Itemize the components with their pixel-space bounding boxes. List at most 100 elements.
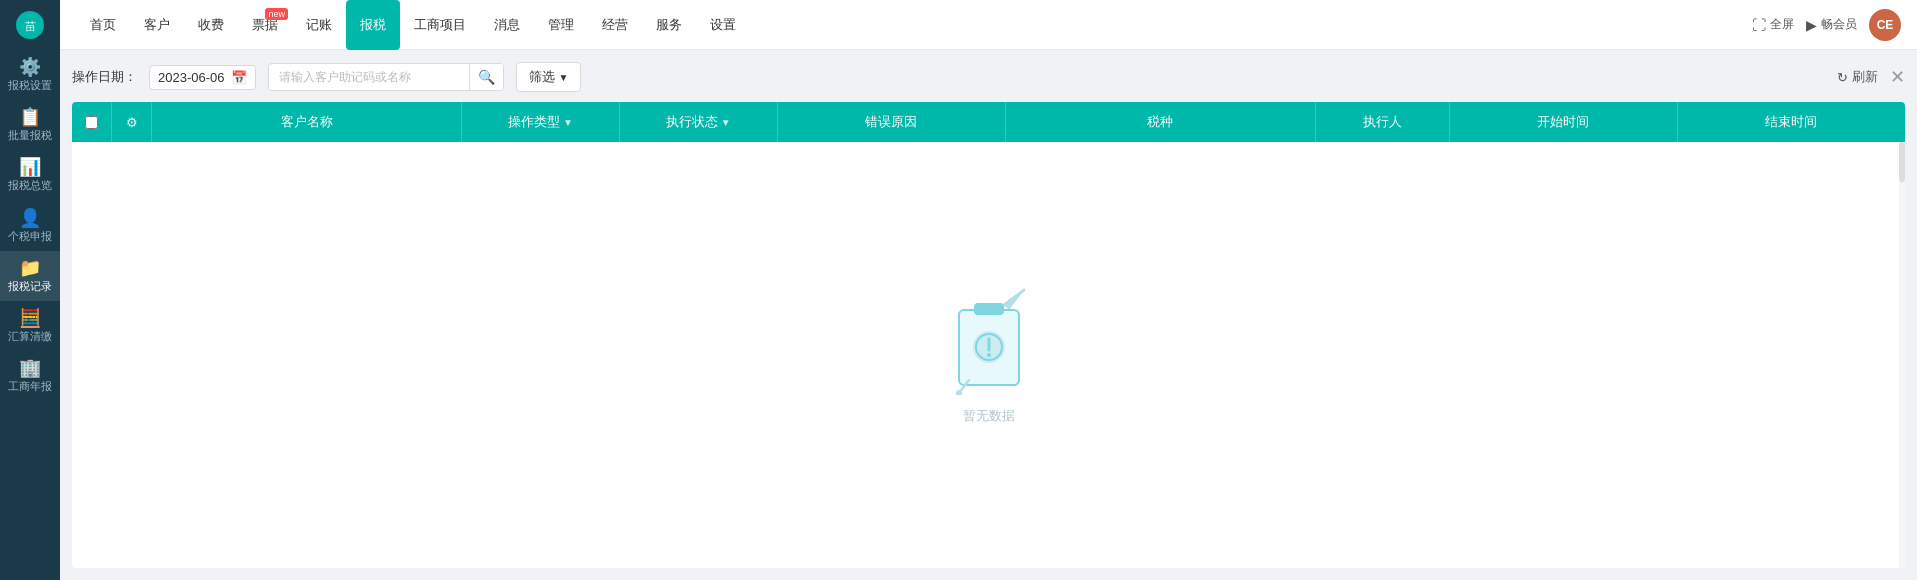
th-optype-label: 操作类型 xyxy=(508,113,560,131)
th-gear[interactable]: ⚙ xyxy=(112,102,152,142)
scrollbar-thumb[interactable] xyxy=(1899,142,1905,182)
sidebar-item-label: 汇算清缴 xyxy=(8,330,52,343)
select-all-checkbox[interactable] xyxy=(85,116,98,129)
member-label: 畅会员 xyxy=(1821,16,1857,33)
building-icon: 🏢 xyxy=(19,359,41,377)
main-wrapper: 首页 客户 收费 票据 new 记账 报税 工商项目 消息 管理 经营 xyxy=(60,0,1917,580)
th-client: 客户名称 xyxy=(152,102,462,142)
svg-text:苗: 苗 xyxy=(25,20,36,32)
th-executor: 执行人 xyxy=(1316,102,1450,142)
sidebar-item-label: 批量报税 xyxy=(8,129,52,142)
refresh-label: 刷新 xyxy=(1852,68,1878,86)
filter-label: 筛选 xyxy=(529,68,555,86)
content-area: 操作日期： 2023-06-06 📅 🔍 筛选 ▼ ↻ 刷新 ✕ xyxy=(60,50,1917,580)
search-input[interactable] xyxy=(269,65,469,89)
video-icon: ▶ xyxy=(1806,17,1817,33)
member-button[interactable]: ▶ 畅会员 xyxy=(1806,16,1857,33)
sidebar-item-label: 报税记录 xyxy=(8,280,52,293)
th-erreason-label: 错误原因 xyxy=(865,113,917,131)
empty-illustration xyxy=(939,285,1039,395)
batch-icon: 📋 xyxy=(19,108,41,126)
new-badge: new xyxy=(265,8,288,21)
sidebar-item-baoshuishezhi[interactable]: ⚙️ 报税设置 xyxy=(0,50,60,100)
calendar-icon: 📅 xyxy=(231,70,247,85)
sidebar-item-geshuishenbao[interactable]: 👤 个税申报 xyxy=(0,201,60,251)
svg-point-9 xyxy=(987,353,991,357)
fullscreen-icon: ⛶ xyxy=(1752,17,1766,33)
sidebar-item-gongshangnianbaio[interactable]: 🏢 工商年报 xyxy=(0,351,60,401)
topnav-item-gongshangxiangmu[interactable]: 工商项目 xyxy=(400,0,480,50)
topnav-item-shezhi[interactable]: 设置 xyxy=(696,0,750,50)
fullscreen-button[interactable]: ⛶ 全屏 xyxy=(1752,16,1794,33)
topnav-item-xiaoxi[interactable]: 消息 xyxy=(480,0,534,50)
th-taxtype-label: 税种 xyxy=(1147,113,1173,131)
sidebar-item-baoshuijilu[interactable]: 📁 报税记录 xyxy=(0,251,60,301)
record-icon: 📁 xyxy=(19,259,41,277)
topnav-item-piaoju[interactable]: 票据 new xyxy=(238,0,292,50)
th-client-label: 客户名称 xyxy=(281,113,333,131)
sidebar-item-label: 报税设置 xyxy=(8,79,52,92)
gear-icon: ⚙ xyxy=(126,115,138,130)
date-label: 操作日期： xyxy=(72,68,137,86)
table-body: 暂无数据 xyxy=(72,142,1905,568)
topnav-label: 首页 xyxy=(90,16,116,34)
overview-icon: 📊 xyxy=(19,158,41,176)
sort-icon: ▼ xyxy=(721,117,731,128)
topnav-label: 客户 xyxy=(144,16,170,34)
th-optype[interactable]: 操作类型 ▼ xyxy=(462,102,620,142)
filter-button[interactable]: 筛选 ▼ xyxy=(516,62,582,92)
scrollbar-track xyxy=(1899,142,1905,568)
topnav-label: 管理 xyxy=(548,16,574,34)
topnav-label: 消息 xyxy=(494,16,520,34)
fullscreen-label: 全屏 xyxy=(1770,16,1794,33)
sidebar-item-piliangbaoshui[interactable]: 📋 批量报税 xyxy=(0,100,60,150)
topnav-label: 记账 xyxy=(306,16,332,34)
th-erreason: 错误原因 xyxy=(778,102,1006,142)
search-button[interactable]: 🔍 xyxy=(469,64,503,90)
topnav-label: 服务 xyxy=(656,16,682,34)
topnav-item-home[interactable]: 首页 xyxy=(76,0,130,50)
th-exstatus-label: 执行状态 xyxy=(666,113,718,131)
sidebar-item-label: 工商年报 xyxy=(8,380,52,393)
topnav-item-shoufei[interactable]: 收费 xyxy=(184,0,238,50)
table-header: ⚙ 客户名称 操作类型 ▼ 执行状态 ▼ 错误原因 税种 xyxy=(72,102,1905,142)
sidebar-item-label: 报税总览 xyxy=(8,179,52,192)
table: ⚙ 客户名称 操作类型 ▼ 执行状态 ▼ 错误原因 税种 xyxy=(72,102,1905,568)
date-value: 2023-06-06 xyxy=(158,70,225,85)
avatar[interactable]: CE xyxy=(1869,9,1901,41)
th-checkbox xyxy=(72,102,112,142)
date-picker[interactable]: 2023-06-06 📅 xyxy=(149,65,256,90)
sidebar-item-baoshuizonglan[interactable]: 📊 报税总览 xyxy=(0,150,60,200)
topnav-label: 收费 xyxy=(198,16,224,34)
topnav-item-jizhang[interactable]: 记账 xyxy=(292,0,346,50)
refresh-icon: ↻ xyxy=(1837,70,1848,85)
th-taxtype: 税种 xyxy=(1006,102,1316,142)
refresh-button[interactable]: ↻ 刷新 xyxy=(1837,68,1878,86)
th-executor-label: 执行人 xyxy=(1363,113,1402,131)
th-endtime: 结束时间 xyxy=(1678,102,1905,142)
empty-state: 暂无数据 xyxy=(939,285,1039,425)
topnav-item-fuwu[interactable]: 服务 xyxy=(642,0,696,50)
close-button[interactable]: ✕ xyxy=(1890,68,1905,86)
svg-rect-5 xyxy=(974,303,1004,315)
topnav-label: 经营 xyxy=(602,16,628,34)
th-endtime-label: 结束时间 xyxy=(1765,113,1817,131)
toolbar: 操作日期： 2023-06-06 📅 🔍 筛选 ▼ ↻ 刷新 ✕ xyxy=(72,62,1905,92)
topnav-label: 工商项目 xyxy=(414,16,466,34)
th-starttime-label: 开始时间 xyxy=(1537,113,1589,131)
topnav-item-guanli[interactable]: 管理 xyxy=(534,0,588,50)
calc-icon: 🧮 xyxy=(19,309,41,327)
svg-marker-3 xyxy=(1004,290,1024,310)
sidebar: 苗 ⚙️ 报税设置 📋 批量报税 📊 报税总览 👤 个税申报 📁 报税记录 🧮 … xyxy=(0,0,60,580)
topnav: 首页 客户 收费 票据 new 记账 报税 工商项目 消息 管理 经营 xyxy=(60,0,1917,50)
sidebar-item-huisuanqingsuan[interactable]: 🧮 汇算清缴 xyxy=(0,301,60,351)
chevron-down-icon: ▼ xyxy=(559,72,569,83)
topnav-item-client[interactable]: 客户 xyxy=(130,0,184,50)
topnav-label: 报税 xyxy=(360,16,386,34)
th-exstatus[interactable]: 执行状态 ▼ xyxy=(620,102,778,142)
topnav-item-baoshui[interactable]: 报税 xyxy=(346,0,400,50)
topnav-right: ⛶ 全屏 ▶ 畅会员 CE xyxy=(1752,9,1901,41)
topnav-label: 设置 xyxy=(710,16,736,34)
sidebar-item-label: 个税申报 xyxy=(8,230,52,243)
topnav-item-jingying[interactable]: 经营 xyxy=(588,0,642,50)
